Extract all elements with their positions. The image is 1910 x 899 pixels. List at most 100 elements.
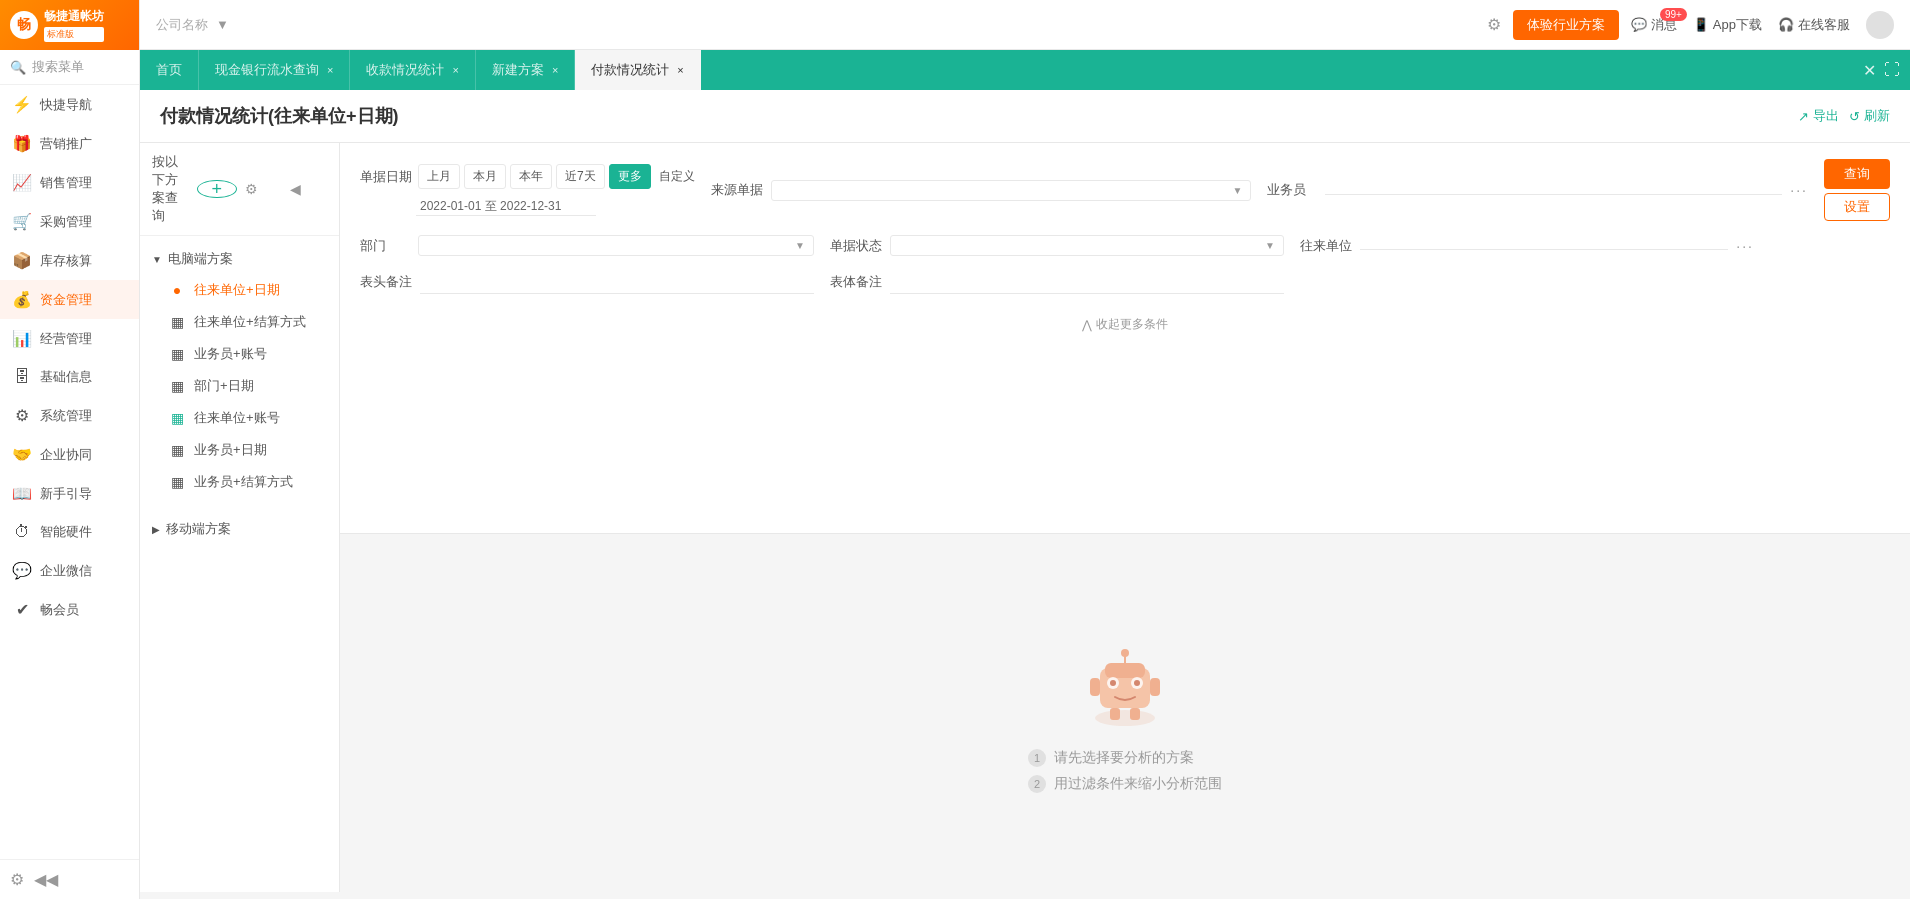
sidebar-item-enterprise[interactable]: 🤝 企业协同 bbox=[0, 435, 139, 474]
scheme-item-icon: ▦ bbox=[168, 378, 186, 394]
sidebar-item-inventory[interactable]: 📦 库存核算 bbox=[0, 241, 139, 280]
header-note-label: 表头备注 bbox=[360, 273, 412, 291]
scheme-item-dept-date[interactable]: ▦ 部门+日期 bbox=[140, 370, 339, 402]
unit-more-btn[interactable]: ··· bbox=[1736, 238, 1754, 254]
collapse-btn[interactable]: ⋀ 收起更多条件 bbox=[360, 308, 1890, 341]
sidebar-item-label: 销售管理 bbox=[40, 174, 92, 192]
logo-badge: 标准版 bbox=[44, 27, 104, 42]
date-more[interactable]: 更多 bbox=[609, 164, 651, 189]
expand-tabs-icon[interactable]: ⛶ bbox=[1884, 61, 1900, 79]
tab-close-icon[interactable]: × bbox=[552, 64, 558, 76]
result-area: 1 请先选择要分析的方案 2 用过滤条件来缩小分析范围 bbox=[340, 534, 1910, 892]
date-this-year[interactable]: 本年 bbox=[510, 164, 552, 189]
scheme-collapse-icon[interactable]: ◀ bbox=[290, 181, 327, 197]
tab-new-scheme[interactable]: 新建方案 × bbox=[476, 50, 575, 90]
filter-settings-btn[interactable]: 设置 bbox=[1824, 193, 1890, 221]
tab-home[interactable]: 首页 bbox=[140, 50, 199, 90]
svg-rect-10 bbox=[1130, 708, 1140, 720]
sidebar-item-wechat[interactable]: 💬 企业微信 bbox=[0, 551, 139, 590]
message-btn[interactable]: 💬 消息 99+ bbox=[1631, 16, 1677, 34]
sidebar-item-label: 库存核算 bbox=[40, 252, 92, 270]
company-selector[interactable]: 公司名称 ▼ bbox=[156, 16, 1475, 34]
export-icon: ↗ bbox=[1798, 109, 1809, 124]
sidebar-item-hardware[interactable]: ⏱ 智能硬件 bbox=[0, 513, 139, 551]
online-service-label: 在线客服 bbox=[1798, 16, 1850, 34]
scheme-item-staff-account[interactable]: ▦ 业务员+账号 bbox=[140, 338, 339, 370]
collapse-icon: ⋀ bbox=[1082, 318, 1092, 332]
sidebar-item-label: 基础信息 bbox=[40, 368, 92, 386]
svg-point-0 bbox=[1095, 710, 1155, 726]
mobile-scheme-group: ▶ 移动端方案 bbox=[140, 506, 339, 552]
app-download-btn[interactable]: 📱 App下载 bbox=[1693, 16, 1762, 34]
sidebar-item-operations[interactable]: 📊 经营管理 bbox=[0, 319, 139, 358]
mobile-group-arrow: ▶ bbox=[152, 524, 160, 535]
date-range-input[interactable] bbox=[416, 197, 596, 216]
sidebar-item-quick-nav[interactable]: ⚡ 快捷导航 bbox=[0, 85, 139, 124]
topbar-settings-icon[interactable]: ⚙ bbox=[1487, 15, 1501, 34]
sidebar-item-base-info[interactable]: 🗄 基础信息 bbox=[0, 358, 139, 396]
scheme-item-label: 业务员+账号 bbox=[194, 345, 267, 363]
doc-status-label: 单据状态 bbox=[830, 237, 882, 255]
date-quick-btns: 上月 本月 本年 近7天 更多 自定义 bbox=[418, 164, 695, 189]
company-dropdown-icon[interactable]: ▼ bbox=[216, 17, 229, 32]
custom-label: 自定义 bbox=[659, 168, 695, 185]
collapse-sidebar-icon[interactable]: ◀◀ bbox=[34, 870, 58, 889]
online-service-btn[interactable]: 🎧 在线客服 bbox=[1778, 16, 1850, 34]
tab-close-icon[interactable]: × bbox=[327, 64, 333, 76]
doc-status-filter: 单据状态 ▼ bbox=[830, 235, 1284, 256]
sidebar-item-member[interactable]: ✔ 畅会员 bbox=[0, 590, 139, 629]
search-icon: 🔍 bbox=[10, 60, 26, 75]
logo-text: 畅捷通帐坊 标准版 bbox=[44, 8, 104, 42]
sidebar-item-finance[interactable]: 💰 资金管理 bbox=[0, 280, 139, 319]
trial-btn[interactable]: 体验行业方案 bbox=[1513, 10, 1619, 40]
query-btn[interactable]: 查询 bbox=[1824, 159, 1890, 189]
scheme-item-label: 往来单位+结算方式 bbox=[194, 313, 306, 331]
refresh-icon: ↺ bbox=[1849, 109, 1860, 124]
tab-payment-stat[interactable]: 付款情况统计 × bbox=[575, 50, 700, 90]
scheme-item-unit-settle[interactable]: ▦ 往来单位+结算方式 bbox=[140, 306, 339, 338]
sidebar-item-marketing[interactable]: 🎁 营销推广 bbox=[0, 124, 139, 163]
member-icon: ✔ bbox=[12, 600, 32, 619]
avatar[interactable] bbox=[1866, 11, 1894, 39]
tab-bank-flow[interactable]: 现金银行流水查询 × bbox=[199, 50, 350, 90]
date-last-month[interactable]: 上月 bbox=[418, 164, 460, 189]
scheme-item-icon: ▦ bbox=[168, 346, 186, 362]
sales-icon: 📈 bbox=[12, 173, 32, 192]
scheme-item-icon: ▦ bbox=[168, 314, 186, 330]
add-scheme-icon[interactable]: + bbox=[197, 180, 236, 198]
pc-scheme-group-title[interactable]: ▼ 电脑端方案 bbox=[140, 244, 339, 274]
tab-receivable[interactable]: 收款情况统计 × bbox=[350, 50, 475, 90]
scheme-item-unit-date[interactable]: ● 往来单位+日期 bbox=[140, 274, 339, 306]
svg-point-6 bbox=[1134, 680, 1140, 686]
tab-label: 付款情况统计 bbox=[591, 61, 669, 79]
scheme-item-staff-settle[interactable]: ▦ 业务员+结算方式 bbox=[140, 466, 339, 498]
close-all-tabs-icon[interactable]: ✕ bbox=[1863, 61, 1876, 80]
scheme-item-staff-date[interactable]: ▦ 业务员+日期 bbox=[140, 434, 339, 466]
doc-status-select[interactable]: ▼ bbox=[890, 235, 1284, 256]
sidebar-item-sales[interactable]: 📈 销售管理 bbox=[0, 163, 139, 202]
scheme-item-label: 业务员+日期 bbox=[194, 441, 267, 459]
search-menu[interactable]: 🔍 搜索菜单 bbox=[0, 50, 139, 85]
date-7days[interactable]: 近7天 bbox=[556, 164, 605, 189]
tab-close-icon[interactable]: × bbox=[677, 64, 683, 76]
tab-label: 新建方案 bbox=[492, 61, 544, 79]
dept-select[interactable]: ▼ bbox=[418, 235, 814, 256]
scheme-item-label: 部门+日期 bbox=[194, 377, 254, 395]
header-note-input[interactable] bbox=[420, 270, 814, 294]
mobile-scheme-group-title[interactable]: ▶ 移动端方案 bbox=[140, 514, 339, 544]
refresh-btn[interactable]: ↺ 刷新 bbox=[1849, 107, 1890, 125]
scheme-settings-icon[interactable]: ⚙ bbox=[245, 181, 282, 197]
sidebar-item-guide[interactable]: 📖 新手引导 bbox=[0, 474, 139, 513]
sidebar-item-system[interactable]: ⚙ 系统管理 bbox=[0, 396, 139, 435]
svg-rect-8 bbox=[1150, 678, 1160, 696]
source-select[interactable]: ▼ bbox=[771, 180, 1252, 201]
date-this-month[interactable]: 本月 bbox=[464, 164, 506, 189]
sidebar-item-purchase[interactable]: 🛒 采购管理 bbox=[0, 202, 139, 241]
refresh-label: 刷新 bbox=[1864, 107, 1890, 125]
settings-bottom-icon[interactable]: ⚙ bbox=[10, 870, 24, 889]
scheme-item-unit-account[interactable]: ▦ 往来单位+账号 bbox=[140, 402, 339, 434]
body-note-input[interactable] bbox=[890, 270, 1284, 294]
tab-close-icon[interactable]: × bbox=[452, 64, 458, 76]
export-btn[interactable]: ↗ 导出 bbox=[1798, 107, 1839, 125]
staff-more-btn[interactable]: ··· bbox=[1790, 182, 1808, 198]
